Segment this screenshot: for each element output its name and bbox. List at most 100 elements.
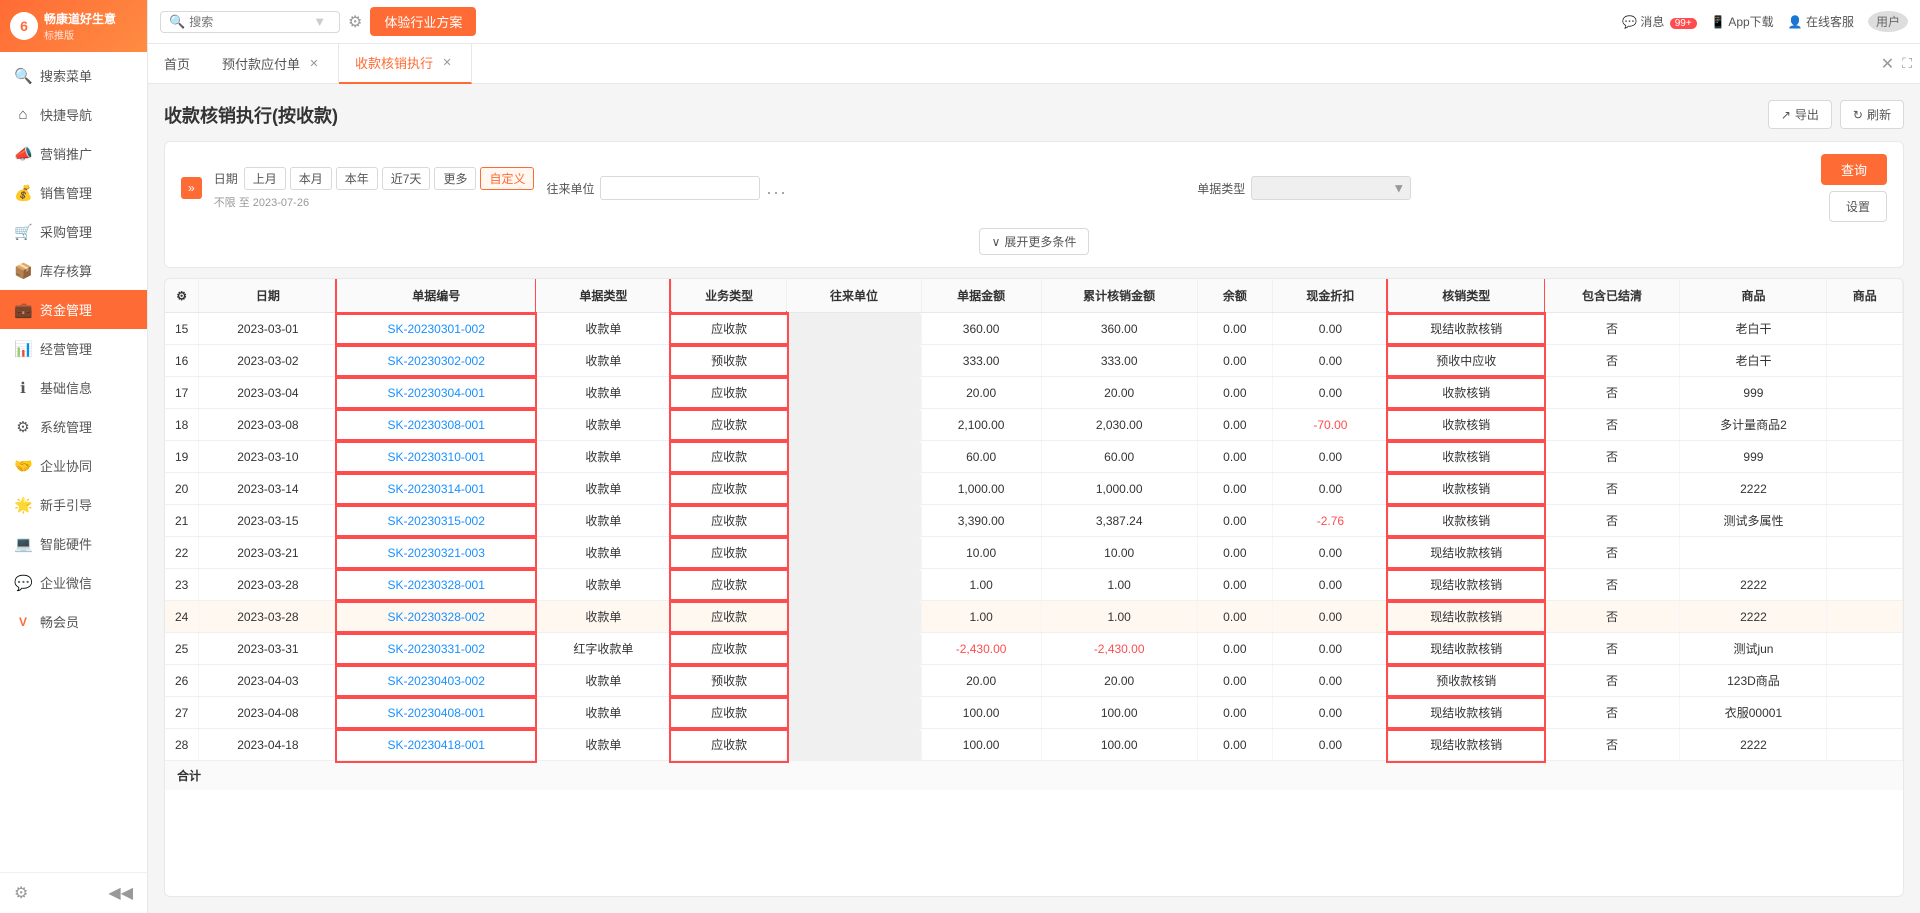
cell-bill-no[interactable]: SK-20230314-001 — [337, 473, 536, 505]
cell-goods1: 测试多属性 — [1680, 505, 1827, 537]
filter-btn-thismonth[interactable]: 本月 — [290, 167, 332, 190]
bill-no-link[interactable]: SK-20230403-002 — [387, 674, 484, 688]
cell-bill-no[interactable]: SK-20230304-001 — [337, 377, 536, 409]
filter-btn-thisyear[interactable]: 本年 — [336, 167, 378, 190]
filter-billtype-select[interactable] — [1251, 176, 1411, 200]
bill-no-link[interactable]: SK-20230331-002 — [387, 642, 484, 656]
bill-no-link[interactable]: SK-20230418-001 — [387, 738, 484, 752]
bill-no-link[interactable]: SK-20230328-002 — [387, 610, 484, 624]
sidebar-item-quicknav[interactable]: ⌂ 快捷导航 — [0, 95, 147, 134]
cell-bill-no[interactable]: SK-20230308-001 — [337, 409, 536, 441]
sidebar-item-purchase[interactable]: 🛒 采购管理 — [0, 212, 147, 251]
sidebar-item-search[interactable]: 🔍 搜索菜单 — [0, 56, 147, 95]
tab-prepay[interactable]: 预付款应付单 ✕ — [206, 44, 339, 84]
cell-settled: 360.00 — [1041, 313, 1197, 345]
table-scroll[interactable]: ⚙ 日期 单据编号 单据类型 业务类型 往来单位 单据金额 累计核销金额 余额 … — [165, 279, 1903, 896]
cell-biz-type: 预收款 — [671, 665, 787, 697]
tab-home[interactable]: 首页 — [148, 44, 206, 84]
cell-date: 2023-03-08 — [199, 409, 337, 441]
topbar-dropdown-icon[interactable]: ▼ — [313, 14, 326, 29]
filter-btn-lastmonth[interactable]: 上月 — [244, 167, 286, 190]
cell-bill-no[interactable]: SK-20230321-003 — [337, 537, 536, 569]
topbar: 🔍 ▼ ⚙ 体验行业方案 💬 消息 99+ 📱 App下载 👤 在线客服 用户 — [148, 0, 1920, 44]
bill-no-link[interactable]: SK-20230304-001 — [387, 386, 484, 400]
sidebar-item-inventory[interactable]: 📦 库存核算 — [0, 251, 147, 290]
cell-bill-no[interactable]: SK-20230418-001 — [337, 729, 536, 761]
filter-btn-more[interactable]: 更多 — [434, 167, 476, 190]
filter-partner-label: 往来单位 — [546, 180, 594, 197]
export-button[interactable]: ↗ 导出 — [1768, 100, 1832, 129]
expand-conditions-button[interactable]: ∨ 展开更多条件 — [979, 228, 1090, 255]
filter-expand-arrow[interactable]: » — [181, 177, 202, 199]
bill-no-link[interactable]: SK-20230408-001 — [387, 706, 484, 720]
sidebar-item-operation[interactable]: 📊 经营管理 — [0, 329, 147, 368]
bill-no-link[interactable]: SK-20230301-002 — [387, 322, 484, 336]
sidebar-item-wechat[interactable]: 💬 企业微信 — [0, 563, 147, 602]
filter-btn-7days[interactable]: 近7天 — [382, 167, 431, 190]
cell-has-settled: 否 — [1544, 441, 1680, 473]
cell-bill-no[interactable]: SK-20230302-002 — [337, 345, 536, 377]
sidebar-item-basics[interactable]: ℹ 基础信息 — [0, 368, 147, 407]
cell-cancel-type: 现结收款核销 — [1388, 537, 1544, 569]
messages-icon[interactable]: 💬 消息 99+ — [1622, 13, 1697, 30]
cell-num: 25 — [165, 633, 199, 665]
user-avatar[interactable]: 用户 — [1868, 11, 1908, 32]
table-row: 19 2023-03-10 SK-20230310-001 收款单 应收款 60… — [165, 441, 1903, 473]
cell-bill-no[interactable]: SK-20230328-001 — [337, 569, 536, 601]
topbar-gear-icon[interactable]: ⚙ — [348, 12, 362, 32]
query-button[interactable]: 查询 — [1821, 154, 1887, 185]
cell-bill-no[interactable]: SK-20230310-001 — [337, 441, 536, 473]
sidebar-item-system[interactable]: ⚙ 系统管理 — [0, 407, 147, 446]
bill-no-link[interactable]: SK-20230321-003 — [387, 546, 484, 560]
tab-collection-close[interactable]: ✕ — [439, 55, 455, 71]
bill-no-link[interactable]: SK-20230315-002 — [387, 514, 484, 528]
bill-no-link[interactable]: SK-20230308-001 — [387, 418, 484, 432]
cell-biz-type: 应收款 — [671, 377, 787, 409]
th-has-settled: 包含已结清 — [1544, 279, 1680, 313]
refresh-button[interactable]: ↻ 刷新 — [1840, 100, 1904, 129]
tab-collection[interactable]: 收款核销执行 ✕ — [339, 44, 472, 84]
cell-date: 2023-03-28 — [199, 569, 337, 601]
tab-maximize-icon[interactable]: ⛶ — [1902, 55, 1912, 72]
cell-bill-no[interactable]: SK-20230301-002 — [337, 313, 536, 345]
tab-close-all-icon[interactable]: ✕ — [1881, 54, 1894, 74]
cell-bill-type: 红字收款单 — [535, 633, 671, 665]
sidebar-item-sales[interactable]: 💰 销售管理 — [0, 173, 147, 212]
bill-no-link[interactable]: SK-20230328-001 — [387, 578, 484, 592]
filter-partner-input[interactable] — [600, 176, 760, 200]
setting-button[interactable]: 设置 — [1829, 191, 1887, 222]
industry-solution-button[interactable]: 体验行业方案 — [370, 7, 476, 36]
sidebar-item-marketing[interactable]: 📣 营销推广 — [0, 134, 147, 173]
sidebar-nav: 🔍 搜索菜单 ⌂ 快捷导航 📣 营销推广 💰 销售管理 🛒 采购管理 📦 库存核… — [0, 52, 147, 872]
cell-bill-no[interactable]: SK-20230315-002 — [337, 505, 536, 537]
sidebar-item-member[interactable]: V 畅会员 — [0, 602, 147, 641]
bill-no-link[interactable]: SK-20230302-002 — [387, 354, 484, 368]
topbar-search-input[interactable] — [189, 15, 309, 29]
app-download-link[interactable]: 📱 App下载 — [1711, 13, 1774, 30]
cell-goods1: 2222 — [1680, 473, 1827, 505]
filter-btn-custom[interactable]: 自定义 — [480, 167, 534, 190]
sales-icon: 💰 — [14, 184, 32, 202]
sidebar-item-label: 企业协同 — [40, 456, 92, 475]
cell-bill-no[interactable]: SK-20230328-002 — [337, 601, 536, 633]
sidebar-collapse-icon[interactable]: ◀◀ — [108, 883, 133, 903]
column-settings-icon[interactable]: ⚙ — [176, 289, 187, 303]
bill-no-link[interactable]: SK-20230310-001 — [387, 450, 484, 464]
cell-bill-no[interactable]: SK-20230408-001 — [337, 697, 536, 729]
sidebar-item-hardware[interactable]: 💻 智能硬件 — [0, 524, 147, 563]
online-service-link[interactable]: 👤 在线客服 — [1788, 13, 1854, 30]
tab-prepay-close[interactable]: ✕ — [306, 56, 322, 72]
cell-bill-no[interactable]: SK-20230331-002 — [337, 633, 536, 665]
sidebar-item-guide[interactable]: 🌟 新手引导 — [0, 485, 147, 524]
th-biz-type: 业务类型 — [671, 279, 787, 313]
sidebar-item-enterprise[interactable]: 🤝 企业协同 — [0, 446, 147, 485]
sidebar-settings-icon[interactable]: ⚙ — [14, 883, 28, 903]
sidebar-item-finance[interactable]: 💼 资金管理 — [0, 290, 147, 329]
th-gear[interactable]: ⚙ — [165, 279, 199, 313]
cell-bill-no[interactable]: SK-20230403-002 — [337, 665, 536, 697]
bill-no-link[interactable]: SK-20230314-001 — [387, 482, 484, 496]
cell-biz-type: 应收款 — [671, 441, 787, 473]
cell-date: 2023-04-18 — [199, 729, 337, 761]
cell-balance: 0.00 — [1197, 409, 1272, 441]
table-header-row: ⚙ 日期 单据编号 单据类型 业务类型 往来单位 单据金额 累计核销金额 余额 … — [165, 279, 1903, 313]
